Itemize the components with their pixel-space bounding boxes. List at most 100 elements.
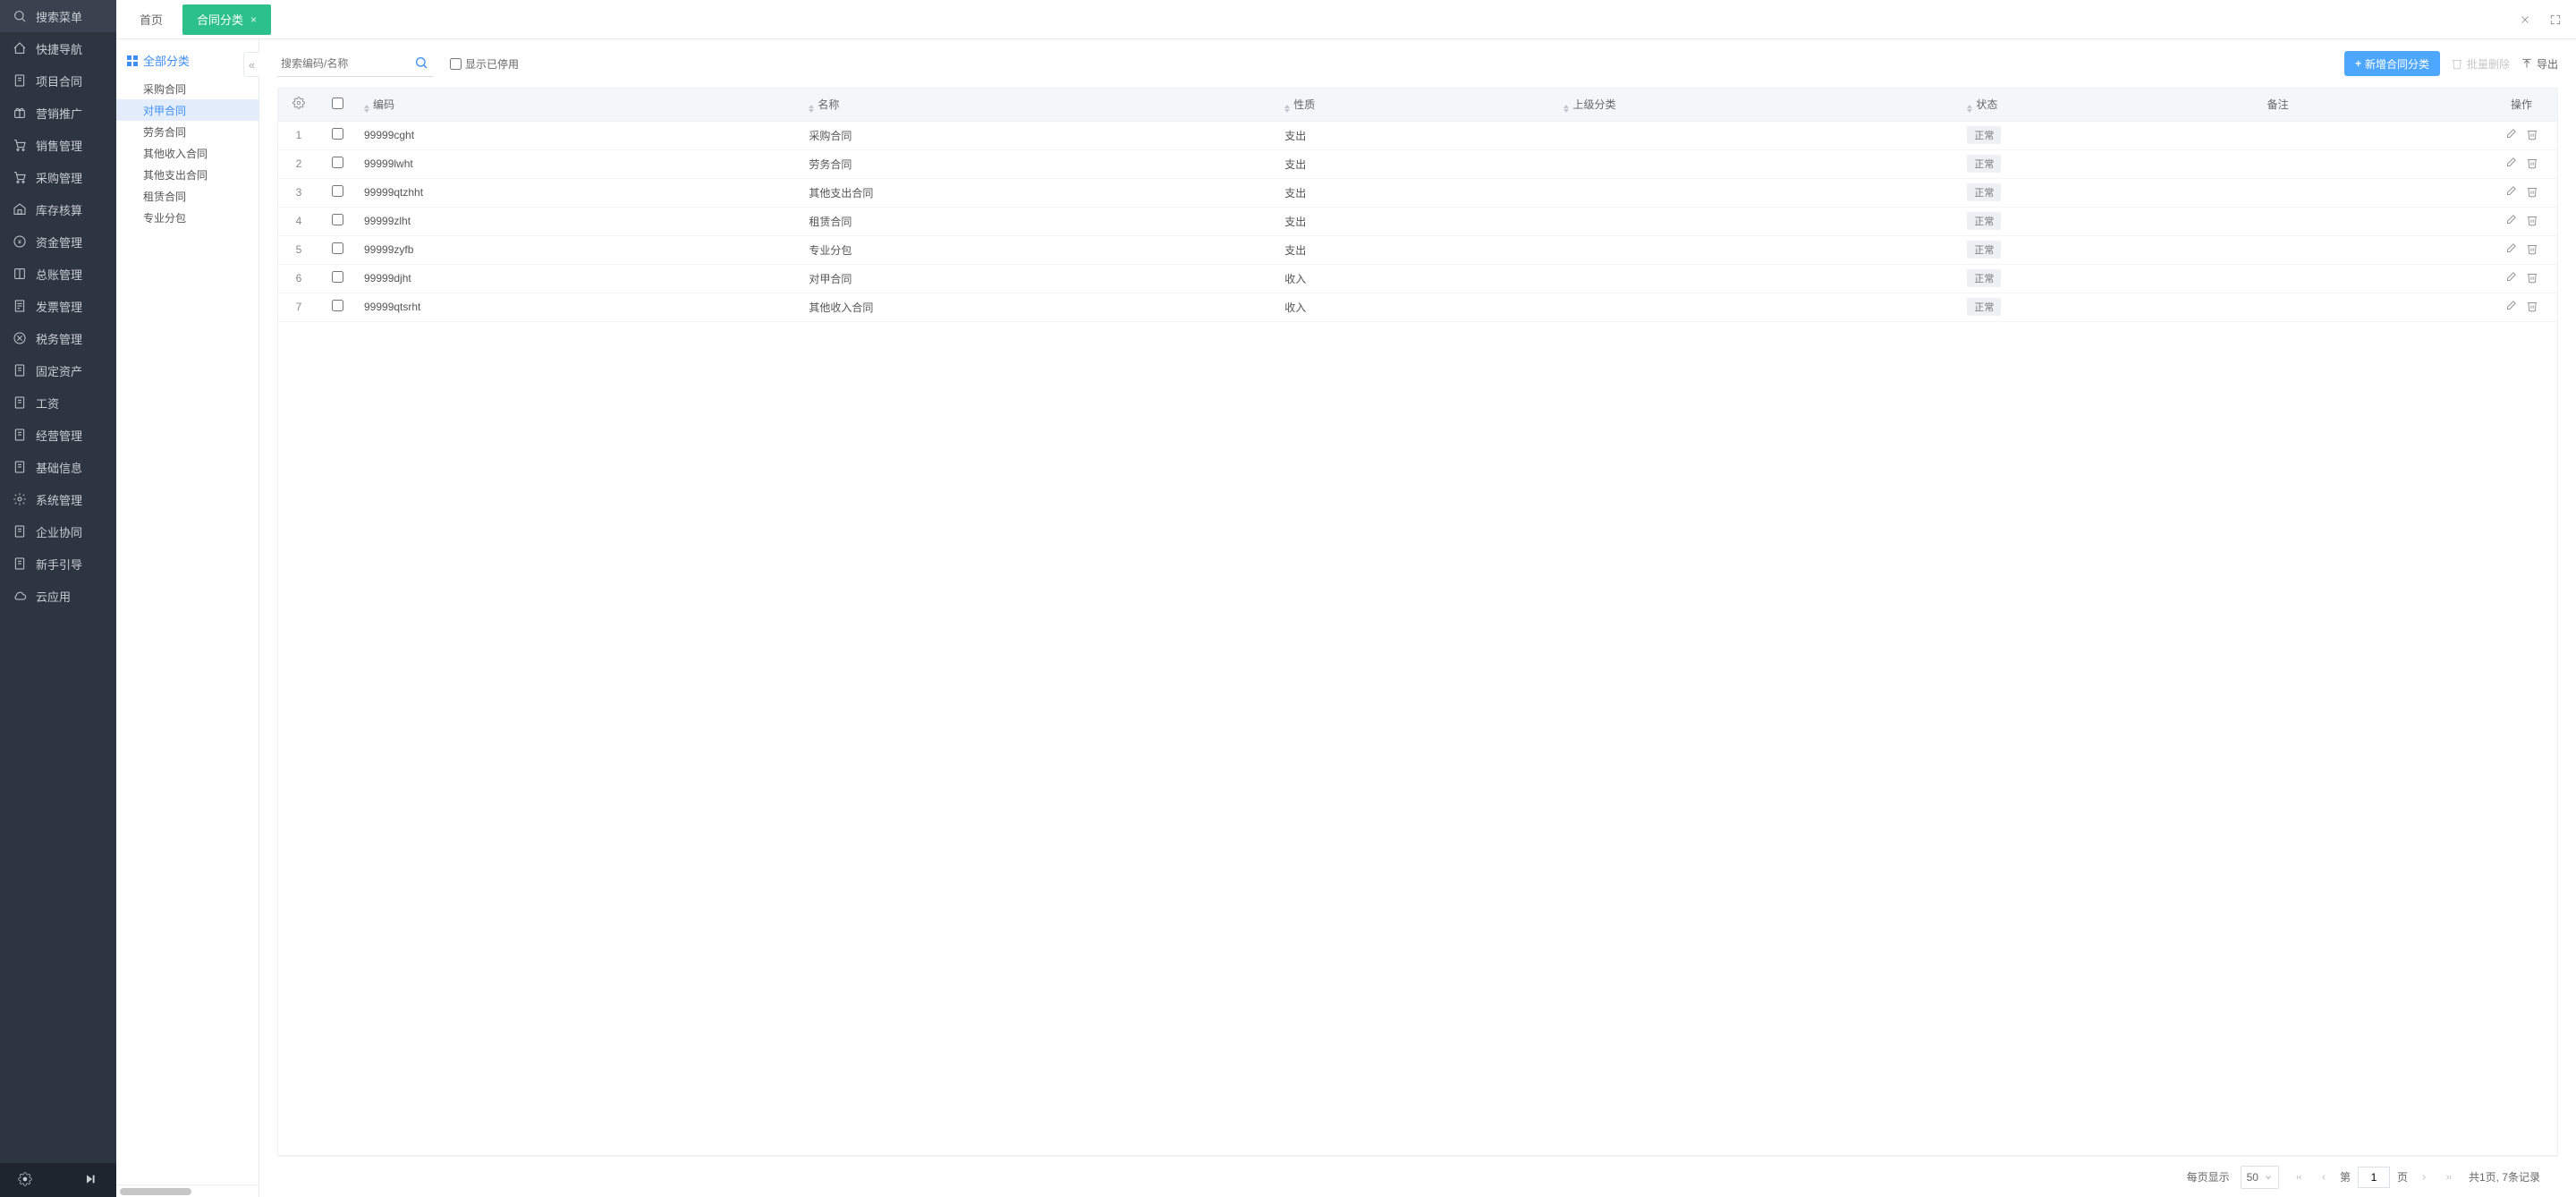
row-checkbox[interactable] bbox=[332, 185, 343, 197]
tabs-bar: 首页合同分类× bbox=[116, 0, 2576, 39]
batch-delete-button: 批量删除 bbox=[2451, 56, 2510, 72]
sidebar-item-17[interactable]: 新手引导 bbox=[0, 548, 116, 580]
tree-item-6[interactable]: 专业分包 bbox=[116, 207, 258, 228]
delete-icon[interactable] bbox=[2526, 128, 2538, 143]
col-status[interactable]: 状态 bbox=[1958, 89, 2258, 121]
col-name[interactable]: 名称 bbox=[800, 89, 1275, 121]
page-size-select[interactable]: 50 bbox=[2241, 1166, 2279, 1189]
export-button[interactable]: 导出 bbox=[2521, 56, 2558, 72]
sidebar-item-5[interactable]: 采购管理 bbox=[0, 161, 116, 193]
sidebar-item-1[interactable]: 快捷导航 bbox=[0, 32, 116, 64]
col-parent[interactable]: 上级分类 bbox=[1555, 89, 1958, 121]
edit-icon[interactable] bbox=[2504, 271, 2517, 286]
fullscreen-icon[interactable] bbox=[2544, 8, 2567, 31]
edit-icon[interactable] bbox=[2504, 157, 2517, 172]
cart-icon bbox=[13, 138, 27, 152]
tax-icon bbox=[13, 331, 27, 345]
add-category-button[interactable]: +新增合同分类 bbox=[2344, 51, 2440, 76]
tree-horizontal-scrollbar[interactable] bbox=[116, 1184, 258, 1197]
doc-icon bbox=[13, 363, 27, 378]
tree-item-2[interactable]: 劳务合同 bbox=[116, 121, 258, 142]
doc-icon bbox=[13, 460, 27, 474]
category-tree-panel: 全部分类 « 采购合同对甲合同劳务合同其他收入合同其他支出合同租赁合同专业分包 bbox=[116, 39, 259, 1197]
sidebar-item-2[interactable]: 项目合同 bbox=[0, 64, 116, 97]
sidebar-item-10[interactable]: 税务管理 bbox=[0, 322, 116, 354]
tree-item-1[interactable]: 对甲合同 bbox=[116, 99, 258, 121]
status-badge: 正常 bbox=[1967, 212, 2001, 230]
sidebar: 搜索菜单快捷导航项目合同营销推广销售管理采购管理库存核算¥资金管理总账管理发票管… bbox=[0, 0, 116, 1197]
sidebar-item-15[interactable]: 系统管理 bbox=[0, 483, 116, 515]
tree-item-3[interactable]: 其他收入合同 bbox=[116, 142, 258, 164]
home-icon bbox=[13, 41, 27, 55]
search-input[interactable] bbox=[277, 50, 434, 77]
delete-icon[interactable] bbox=[2526, 242, 2538, 258]
row-checkbox[interactable] bbox=[332, 242, 343, 254]
sidebar-item-11[interactable]: 固定资产 bbox=[0, 354, 116, 386]
sidebar-item-4[interactable]: 销售管理 bbox=[0, 129, 116, 161]
gift-icon bbox=[13, 106, 27, 120]
sidebar-item-14[interactable]: 基础信息 bbox=[0, 451, 116, 483]
pagination-summary: 共1页, 7条记录 bbox=[2469, 1169, 2540, 1184]
status-badge: 正常 bbox=[1967, 241, 2001, 259]
table-row: 2 99999lwht 劳务合同 支出 正常 bbox=[278, 149, 2557, 178]
search-icon[interactable] bbox=[414, 55, 428, 70]
row-checkbox[interactable] bbox=[332, 128, 343, 140]
status-badge: 正常 bbox=[1967, 298, 2001, 316]
row-checkbox[interactable] bbox=[332, 300, 343, 311]
edit-icon[interactable] bbox=[2504, 242, 2517, 258]
select-all-checkbox[interactable] bbox=[332, 98, 343, 109]
edit-icon[interactable] bbox=[2504, 128, 2517, 143]
edit-icon[interactable] bbox=[2504, 185, 2517, 200]
toolbar: 显示已停用 +新增合同分类 批量删除 导出 bbox=[277, 50, 2558, 77]
tab-1[interactable]: 合同分类× bbox=[182, 4, 271, 35]
sidebar-item-7[interactable]: ¥资金管理 bbox=[0, 225, 116, 258]
table-row: 1 99999cght 采购合同 支出 正常 bbox=[278, 121, 2557, 149]
last-page-button[interactable] bbox=[2440, 1168, 2458, 1186]
gear-icon[interactable] bbox=[292, 99, 305, 112]
sidebar-item-12[interactable]: 工资 bbox=[0, 386, 116, 419]
tree-collapse-button[interactable]: « bbox=[243, 52, 259, 77]
status-badge: 正常 bbox=[1967, 269, 2001, 287]
sidebar-item-6[interactable]: 库存核算 bbox=[0, 193, 116, 225]
collapse-icon[interactable] bbox=[84, 1172, 98, 1189]
row-checkbox[interactable] bbox=[332, 157, 343, 168]
next-page-button[interactable] bbox=[2415, 1168, 2433, 1186]
delete-icon[interactable] bbox=[2526, 157, 2538, 172]
row-checkbox[interactable] bbox=[332, 271, 343, 283]
table-row: 5 99999zyfb 专业分包 支出 正常 bbox=[278, 235, 2557, 264]
page-number-input[interactable] bbox=[2358, 1167, 2390, 1188]
delete-icon[interactable] bbox=[2526, 271, 2538, 286]
sidebar-item-9[interactable]: 发票管理 bbox=[0, 290, 116, 322]
sidebar-item-3[interactable]: 营销推广 bbox=[0, 97, 116, 129]
table-row: 6 99999djht 对甲合同 收入 正常 bbox=[278, 264, 2557, 293]
cloud-icon bbox=[13, 589, 27, 603]
col-code[interactable]: 编码 bbox=[355, 89, 800, 121]
row-checkbox[interactable] bbox=[332, 214, 343, 225]
tree-all-categories[interactable]: 全部分类 bbox=[116, 39, 258, 78]
close-all-tabs-icon[interactable] bbox=[2513, 8, 2537, 31]
sidebar-item-16[interactable]: 企业协同 bbox=[0, 515, 116, 548]
delete-icon[interactable] bbox=[2526, 214, 2538, 229]
delete-icon[interactable] bbox=[2526, 185, 2538, 200]
close-icon[interactable]: × bbox=[250, 13, 257, 26]
col-remark[interactable]: 备注 bbox=[2258, 89, 2486, 121]
cart-icon bbox=[13, 170, 27, 184]
edit-icon[interactable] bbox=[2504, 214, 2517, 229]
sidebar-item-0[interactable]: 搜索菜单 bbox=[0, 0, 116, 32]
show-disabled-checkbox[interactable]: 显示已停用 bbox=[450, 56, 519, 72]
house-icon bbox=[13, 202, 27, 216]
table-row: 3 99999qtzhht 其他支出合同 支出 正常 bbox=[278, 178, 2557, 207]
tree-item-0[interactable]: 采购合同 bbox=[116, 78, 258, 99]
tree-item-4[interactable]: 其他支出合同 bbox=[116, 164, 258, 185]
settings-icon[interactable] bbox=[18, 1172, 32, 1189]
edit-icon[interactable] bbox=[2504, 300, 2517, 315]
sidebar-item-8[interactable]: 总账管理 bbox=[0, 258, 116, 290]
tree-item-5[interactable]: 租赁合同 bbox=[116, 185, 258, 207]
sidebar-item-18[interactable]: 云应用 bbox=[0, 580, 116, 612]
prev-page-button[interactable] bbox=[2315, 1168, 2333, 1186]
tab-0[interactable]: 首页 bbox=[125, 4, 177, 35]
sidebar-item-13[interactable]: 经营管理 bbox=[0, 419, 116, 451]
delete-icon[interactable] bbox=[2526, 300, 2538, 315]
first-page-button[interactable] bbox=[2290, 1168, 2308, 1186]
col-nature[interactable]: 性质 bbox=[1275, 89, 1555, 121]
